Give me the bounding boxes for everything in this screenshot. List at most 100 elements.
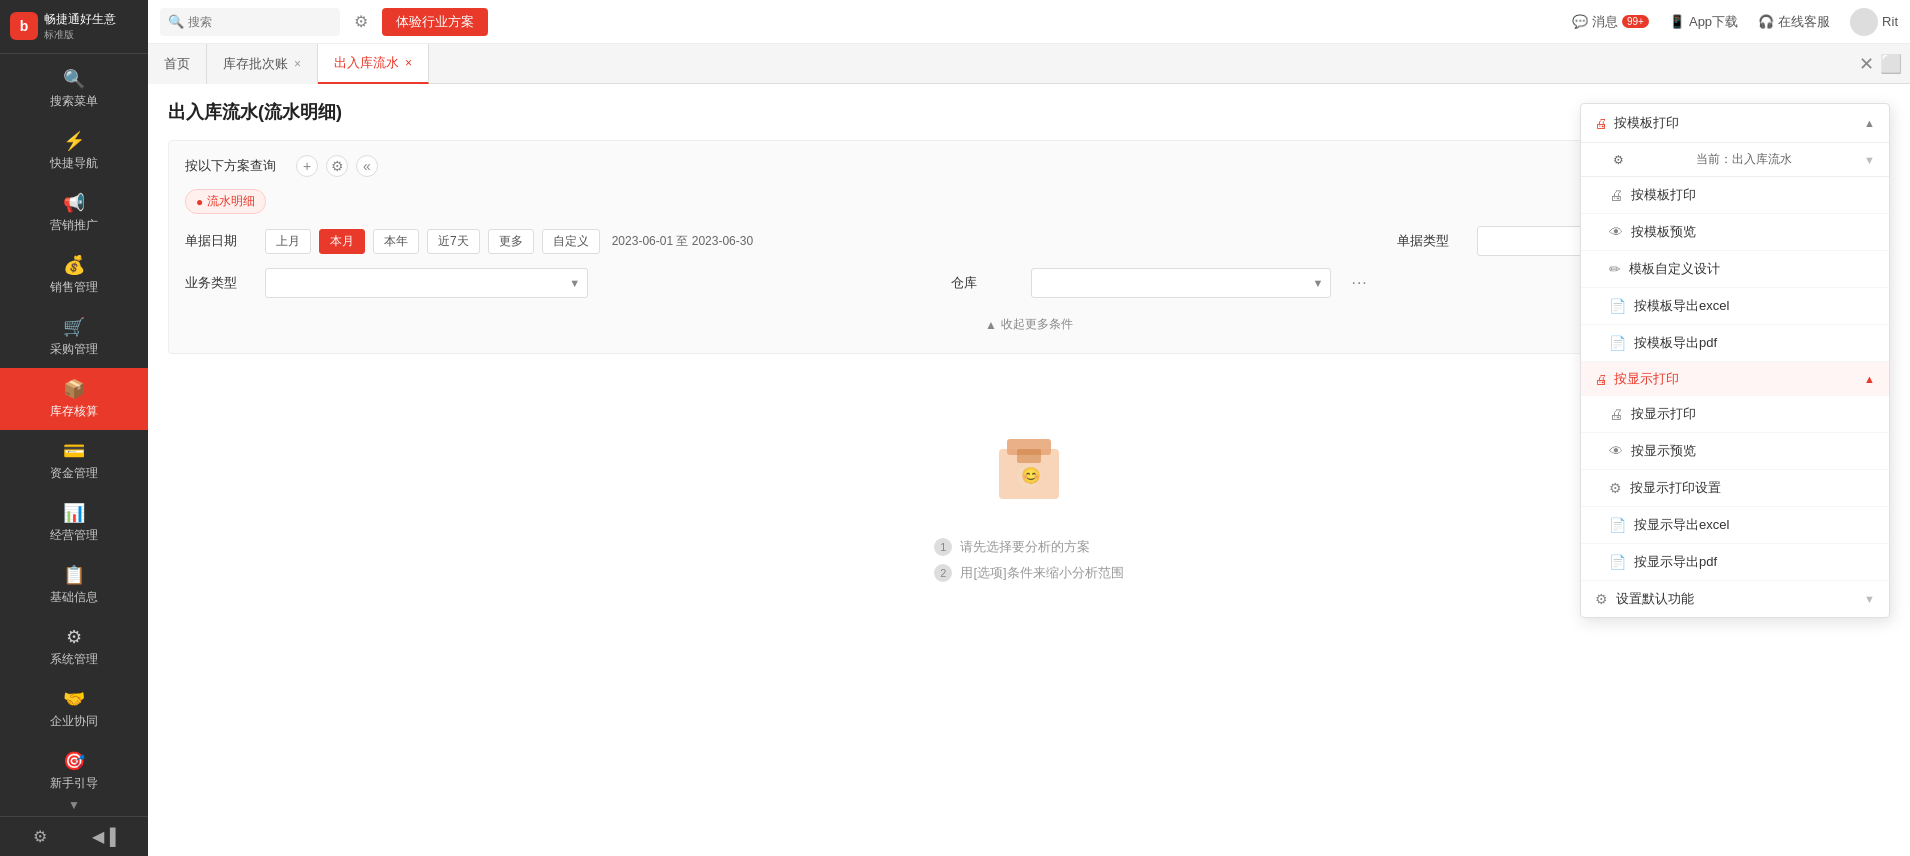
dropdown-item-preview-display[interactable]: 👁 按显示预览 [1581, 433, 1889, 470]
filter-scheme-label: 按以下方案查询 [185, 157, 276, 175]
dropdown-current-arrow: ▼ [1864, 154, 1875, 166]
dropdown-item-preview-template[interactable]: 👁 按模板预览 [1581, 214, 1889, 251]
sidebar-settings-button[interactable]: ⚙ [33, 827, 47, 846]
user-avatar [1850, 8, 1878, 36]
app-download-icon: 📱 [1669, 14, 1685, 29]
sidebar-item-sales[interactable]: 💰 销售管理 [0, 244, 148, 306]
dropdown-item-print-template[interactable]: 🖨 按模板打印 [1581, 177, 1889, 214]
empty-step-2: 2 用[选项]条件来缩小分析范围 [934, 560, 1123, 586]
header-search-box[interactable]: 🔍 [160, 8, 340, 36]
sidebar-item-operations[interactable]: 📊 经营管理 [0, 492, 148, 554]
tab-inventory-flow-label: 出入库流水 [334, 54, 399, 72]
filter-add-button[interactable]: + [296, 155, 318, 177]
dropdown-section-display[interactable]: 🖨 按显示打印 ▲ [1581, 362, 1889, 396]
dropdown-current-label: 当前：出入库流水 [1696, 151, 1792, 168]
excel-display-icon: 📄 [1609, 517, 1626, 533]
print-icon: 🖨 [1609, 187, 1623, 203]
sidebar-item-label: 基础信息 [50, 589, 98, 606]
dropdown-item-print-settings[interactable]: ⚙ 按显示打印设置 [1581, 470, 1889, 507]
basic-icon: 📋 [63, 564, 85, 586]
sidebar-item-label: 资金管理 [50, 465, 98, 482]
display-section-icon: 🖨 [1595, 372, 1608, 387]
filter-collapse-button[interactable]: « [356, 155, 378, 177]
filter-settings-button[interactable]: ⚙ [326, 155, 348, 177]
sidebar-item-purchase[interactable]: 🛒 采购管理 [0, 306, 148, 368]
sidebar-logo: b 畅捷通好生意 标准版 [0, 0, 148, 54]
sidebar-scroll-down[interactable]: ▼ [0, 794, 148, 816]
page-content: 出入库流水(流水明细) 🖨 按模板打印 ▲ | 📤 导出 | 🔄 [148, 84, 1910, 856]
tab-inventory-flow[interactable]: 出入库流水 × [318, 44, 429, 84]
sidebar-item-label: 系统管理 [50, 651, 98, 668]
tag-dot-icon: ● [196, 195, 203, 209]
date-option-this-month[interactable]: 本月 [319, 229, 365, 254]
tab-home[interactable]: 首页 [148, 44, 207, 84]
sidebar-item-label: 快捷导航 [50, 155, 98, 172]
sidebar-item-quick-nav[interactable]: ⚡ 快捷导航 [0, 120, 148, 182]
filter-add-buttons: + ⚙ « [296, 155, 378, 177]
dropdown-collapse-icon[interactable]: ▲ [1864, 117, 1875, 129]
sidebar-item-finance[interactable]: 💳 资金管理 [0, 430, 148, 492]
dropdown-set-default-button[interactable]: ⚙ 设置默认功能 ▼ [1581, 581, 1889, 617]
settings-display-icon: ⚙ [1609, 480, 1622, 496]
sidebar-item-inventory[interactable]: 📦 库存核算 [0, 368, 148, 430]
collapse-label: 收起更多条件 [1001, 316, 1073, 333]
message-button[interactable]: 💬 消息 99+ [1572, 13, 1649, 31]
warehouse-more-button[interactable]: ··· [1351, 274, 1367, 292]
dropdown-item-export-pdf-display[interactable]: 📄 按显示导出pdf [1581, 544, 1889, 581]
filter-warehouse-select[interactable] [1031, 268, 1331, 298]
close-window-button[interactable]: ✕ [1859, 53, 1874, 75]
customer-service-button[interactable]: 🎧 在线客服 [1758, 13, 1830, 31]
filter-tag-flow[interactable]: ● 流水明细 [185, 189, 266, 214]
display-section-label: 按显示打印 [1614, 370, 1679, 388]
header-search-input[interactable] [188, 15, 332, 29]
sidebar-item-label: 库存核算 [50, 403, 98, 420]
app-logo-text: 畅捷通好生意 标准版 [44, 12, 116, 41]
sidebar-item-system[interactable]: ⚙ 系统管理 [0, 616, 148, 678]
tab-batch-account-close[interactable]: × [294, 57, 301, 71]
sidebar-item-guide[interactable]: 🎯 新手引导 [0, 740, 148, 794]
preview-icon: 👁 [1609, 224, 1623, 240]
step-1-text: 请先选择要分析的方案 [960, 534, 1090, 560]
sidebar-item-search[interactable]: 🔍 搜索菜单 [0, 58, 148, 120]
dropdown-item-export-excel-template[interactable]: 📄 按模板导出excel [1581, 288, 1889, 325]
sidebar-collapse-button[interactable]: ◀▐ [92, 827, 115, 846]
print-dropdown: 🖨 按模板打印 ▲ ⚙ 当前：出入库流水 ▼ 🖨 按模板打印 [1580, 103, 1890, 618]
app-download-button[interactable]: 📱 App下载 [1669, 13, 1738, 31]
filter-type-label: 单据类型 [1397, 232, 1457, 250]
sidebar-item-enterprise[interactable]: 🤝 企业协同 [0, 678, 148, 740]
date-option-last-month[interactable]: 上月 [265, 229, 311, 254]
filter-warehouse-label: 仓库 [951, 274, 1011, 292]
date-option-custom[interactable]: 自定义 [542, 229, 600, 254]
app-download-label: App下载 [1689, 13, 1738, 31]
inventory-icon: 📦 [63, 378, 85, 400]
user-menu-button[interactable]: Rit [1850, 8, 1898, 36]
header-gear-icon[interactable]: ⚙ [354, 12, 368, 31]
pdf-display-icon: 📄 [1609, 554, 1626, 570]
tab-batch-account[interactable]: 库存批次账 × [207, 44, 318, 84]
date-option-this-year[interactable]: 本年 [373, 229, 419, 254]
dropdown-item-print-display[interactable]: 🖨 按显示打印 [1581, 396, 1889, 433]
date-option-7days[interactable]: 近7天 [427, 229, 480, 254]
dropdown-item-label: 按模板预览 [1631, 223, 1696, 241]
message-badge: 99+ [1622, 15, 1649, 28]
sidebar-item-marketing[interactable]: 📢 营销推广 [0, 182, 148, 244]
tab-window-controls: ✕ ⬜ [1859, 53, 1902, 75]
guide-icon: 🎯 [63, 750, 85, 772]
tab-inventory-flow-close[interactable]: × [405, 56, 412, 70]
maximize-window-button[interactable]: ⬜ [1880, 53, 1902, 75]
main-area: 🔍 ⚙ 体验行业方案 💬 消息 99+ 📱 App下载 🎧 在线客服 Rit [148, 0, 1910, 856]
sidebar-item-label: 企业协同 [50, 713, 98, 730]
dropdown-item-export-pdf-template[interactable]: 📄 按模板导出pdf [1581, 325, 1889, 362]
filter-biz-select[interactable] [265, 268, 588, 298]
enterprise-icon: 🤝 [63, 688, 85, 710]
dropdown-item-label: 按模板导出excel [1634, 297, 1729, 315]
date-option-more[interactable]: 更多 [488, 229, 534, 254]
sidebar-item-basic[interactable]: 📋 基础信息 [0, 554, 148, 616]
dropdown-item-label: 按显示导出pdf [1634, 553, 1717, 571]
dropdown-item-export-excel-display[interactable]: 📄 按显示导出excel [1581, 507, 1889, 544]
empty-state-icon: 😊 [979, 414, 1079, 514]
dropdown-item-custom-design[interactable]: ✏ 模板自定义设计 [1581, 251, 1889, 288]
trial-button[interactable]: 体验行业方案 [382, 8, 488, 36]
svg-rect-2 [1017, 449, 1041, 463]
dropdown-item-label: 按模板打印 [1631, 186, 1696, 204]
